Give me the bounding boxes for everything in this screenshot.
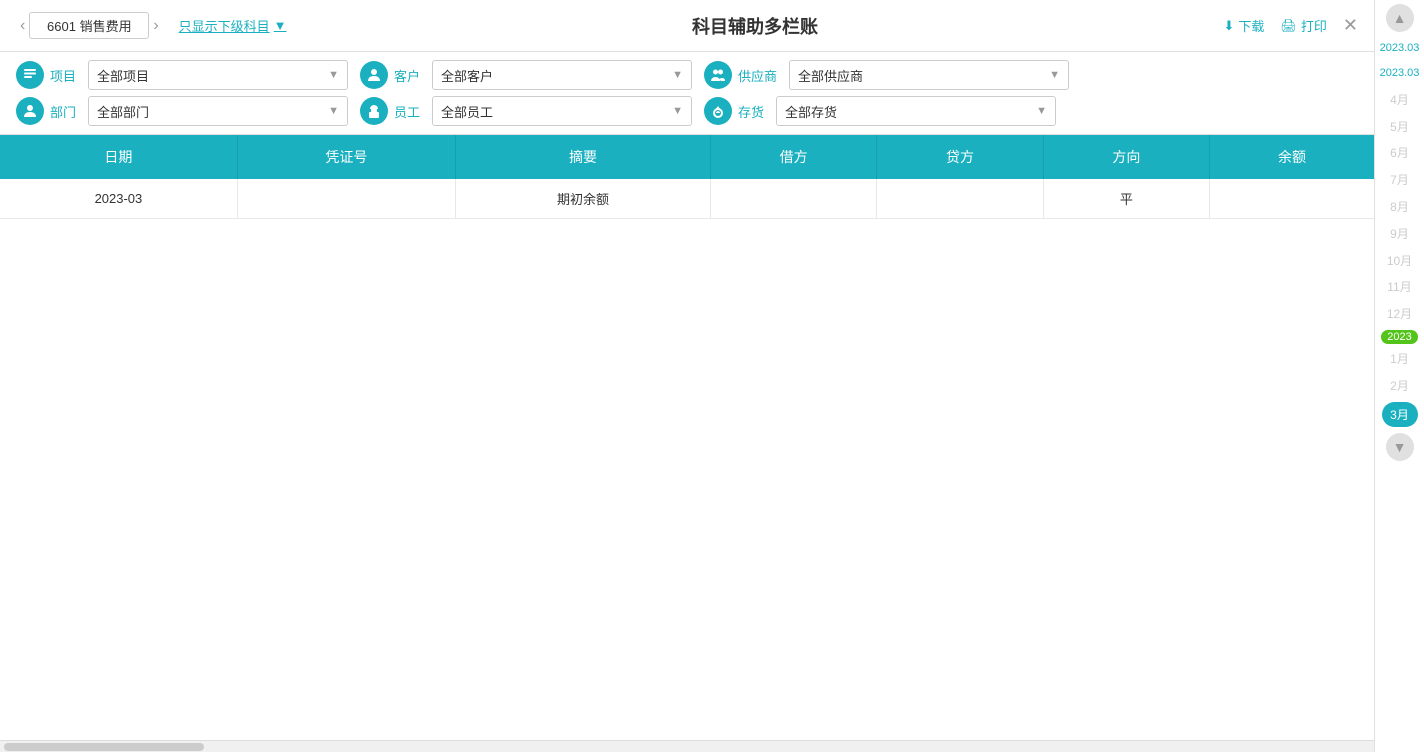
col-credit: 贷方 — [877, 135, 1043, 179]
chevron-down-icon: ▼ — [274, 18, 287, 33]
department-icon — [16, 97, 44, 125]
cell-debit — [711, 179, 877, 219]
timeline-year-row: 2023 — [1375, 330, 1424, 344]
supplier-label: 供应商 — [738, 66, 777, 85]
col-debit: 借方 — [711, 135, 877, 179]
scrollbar-thumb[interactable] — [4, 743, 204, 751]
department-label: 部门 — [50, 102, 76, 121]
col-balance: 余额 — [1210, 135, 1375, 179]
employee-icon — [360, 97, 388, 125]
timeline-item-2023-03-second[interactable]: 2023.03 — [1375, 61, 1424, 86]
filter-label-supplier: 供应商 — [704, 61, 777, 89]
timeline-item-7[interactable]: 7月 — [1375, 167, 1424, 194]
inventory-label: 存货 — [738, 102, 764, 121]
timeline-item-4[interactable]: 4月 — [1375, 87, 1424, 114]
timeline-item-3-active[interactable]: 3月 — [1382, 402, 1418, 427]
prev-account-button[interactable]: ‹ — [16, 17, 29, 35]
cell-credit — [877, 179, 1043, 219]
account-code-display[interactable]: 6601 销售费用 — [29, 12, 149, 39]
timeline-nav-up-button[interactable]: ▲ — [1386, 4, 1414, 32]
supplier-icon — [704, 61, 732, 89]
col-voucher: 凭证号 — [237, 135, 455, 179]
timeline-item-10[interactable]: 10月 — [1375, 248, 1424, 275]
supplier-select-arrow: ▼ — [1049, 69, 1060, 81]
employee-label: 员工 — [394, 102, 420, 121]
cell-direction: 平 — [1043, 179, 1209, 219]
show-sub-button[interactable]: 只显示下级科目 ▼ — [179, 16, 287, 35]
timeline-item-6[interactable]: 6月 — [1375, 140, 1424, 167]
col-direction: 方向 — [1043, 135, 1209, 179]
page-title: 科目辅助多栏账 — [287, 13, 1224, 39]
timeline-item-5[interactable]: 5月 — [1375, 114, 1424, 141]
supplier-select[interactable]: 全部供应商 ▼ — [789, 60, 1069, 90]
timeline-panel: ▲ 2023.03 2023.03 4月 5月 6月 7月 8月 9月 10月 … — [1374, 0, 1424, 752]
timeline-item-11[interactable]: 11月 — [1375, 274, 1424, 301]
department-select-value: 全部部门 — [97, 102, 149, 121]
timeline-item-1[interactable]: 1月 — [1375, 346, 1424, 373]
filter-label-employee: 员工 — [360, 97, 420, 125]
print-label: 打印 — [1301, 16, 1327, 35]
inventory-icon — [704, 97, 732, 125]
filter-row-1: 项目 全部项目 ▼ 客户 全部客户 — [16, 60, 1358, 90]
timeline-item-9[interactable]: 9月 — [1375, 221, 1424, 248]
customer-label: 客户 — [394, 66, 420, 85]
download-icon: ⬇ — [1223, 18, 1234, 34]
timeline-item-2[interactable]: 2月 — [1375, 373, 1424, 400]
top-bar: ‹ 6601 销售费用 › 只显示下级科目 ▼ 科目辅助多栏账 ⬇ 下载 🖨 打… — [0, 0, 1374, 52]
supplier-select-value: 全部供应商 — [798, 66, 863, 85]
horizontal-scrollbar[interactable] — [0, 740, 1380, 752]
department-select-arrow: ▼ — [328, 105, 339, 117]
project-label: 项目 — [50, 66, 76, 85]
employee-select-value: 全部员工 — [441, 102, 493, 121]
filter-row-2: 部门 全部部门 ▼ 员工 — [16, 96, 1358, 126]
filter-label-customer: 客户 — [360, 61, 420, 89]
customer-select-arrow: ▼ — [672, 69, 683, 81]
filter-label-project: 项目 — [16, 61, 76, 89]
project-select-arrow: ▼ — [328, 69, 339, 81]
project-icon — [16, 61, 44, 89]
customer-icon — [360, 61, 388, 89]
year-badge[interactable]: 2023 — [1381, 330, 1417, 344]
table-header-row: 日期 凭证号 摘要 借方 贷方 方向 余额 — [0, 135, 1374, 179]
close-button[interactable]: ✕ — [1343, 15, 1358, 36]
download-button[interactable]: ⬇ 下载 — [1223, 16, 1264, 35]
download-label: 下载 — [1238, 16, 1264, 35]
employee-select[interactable]: 全部员工 ▼ — [432, 96, 692, 126]
col-summary: 摘要 — [455, 135, 710, 179]
project-select-value: 全部项目 — [97, 66, 149, 85]
cell-summary: 期初余额 — [455, 179, 710, 219]
timeline-item-8[interactable]: 8月 — [1375, 194, 1424, 221]
cell-date: 2023-03 — [0, 179, 237, 219]
timeline-nav-down-button[interactable]: ▼ — [1386, 433, 1414, 461]
table-row: 2023-03 期初余额 平 — [0, 179, 1374, 219]
timeline-item-12[interactable]: 12月 — [1375, 301, 1424, 328]
inventory-select-value: 全部存货 — [785, 102, 837, 121]
ledger-table: 日期 凭证号 摘要 借方 贷方 方向 余额 2023-03 期初余额 — [0, 135, 1374, 219]
customer-select[interactable]: 全部客户 ▼ — [432, 60, 692, 90]
project-select[interactable]: 全部项目 ▼ — [88, 60, 348, 90]
inventory-select[interactable]: 全部存货 ▼ — [776, 96, 1056, 126]
top-actions: ⬇ 下载 🖨 打印 — [1223, 16, 1326, 35]
print-icon: 🖨 — [1280, 18, 1297, 34]
filter-label-inventory: 存货 — [704, 97, 764, 125]
cell-balance — [1210, 179, 1375, 219]
next-account-button[interactable]: › — [149, 17, 162, 35]
col-date: 日期 — [0, 135, 237, 179]
cell-voucher — [237, 179, 455, 219]
main-window: ‹ 6601 销售费用 › 只显示下级科目 ▼ 科目辅助多栏账 ⬇ 下载 🖨 打… — [0, 0, 1424, 752]
inventory-select-arrow: ▼ — [1036, 105, 1047, 117]
content-area: ‹ 6601 销售费用 › 只显示下级科目 ▼ 科目辅助多栏账 ⬇ 下载 🖨 打… — [0, 0, 1374, 752]
customer-select-value: 全部客户 — [441, 66, 493, 85]
table-container: 日期 凭证号 摘要 借方 贷方 方向 余额 2023-03 期初余额 — [0, 135, 1374, 729]
department-select[interactable]: 全部部门 ▼ — [88, 96, 348, 126]
filter-label-department: 部门 — [16, 97, 76, 125]
show-sub-label: 只显示下级科目 — [179, 16, 270, 35]
timeline-item-2023-03-first[interactable]: 2023.03 — [1375, 36, 1424, 61]
filter-bar: 项目 全部项目 ▼ 客户 全部客户 — [0, 52, 1374, 135]
employee-select-arrow: ▼ — [672, 105, 683, 117]
print-button[interactable]: 🖨 打印 — [1280, 16, 1327, 35]
